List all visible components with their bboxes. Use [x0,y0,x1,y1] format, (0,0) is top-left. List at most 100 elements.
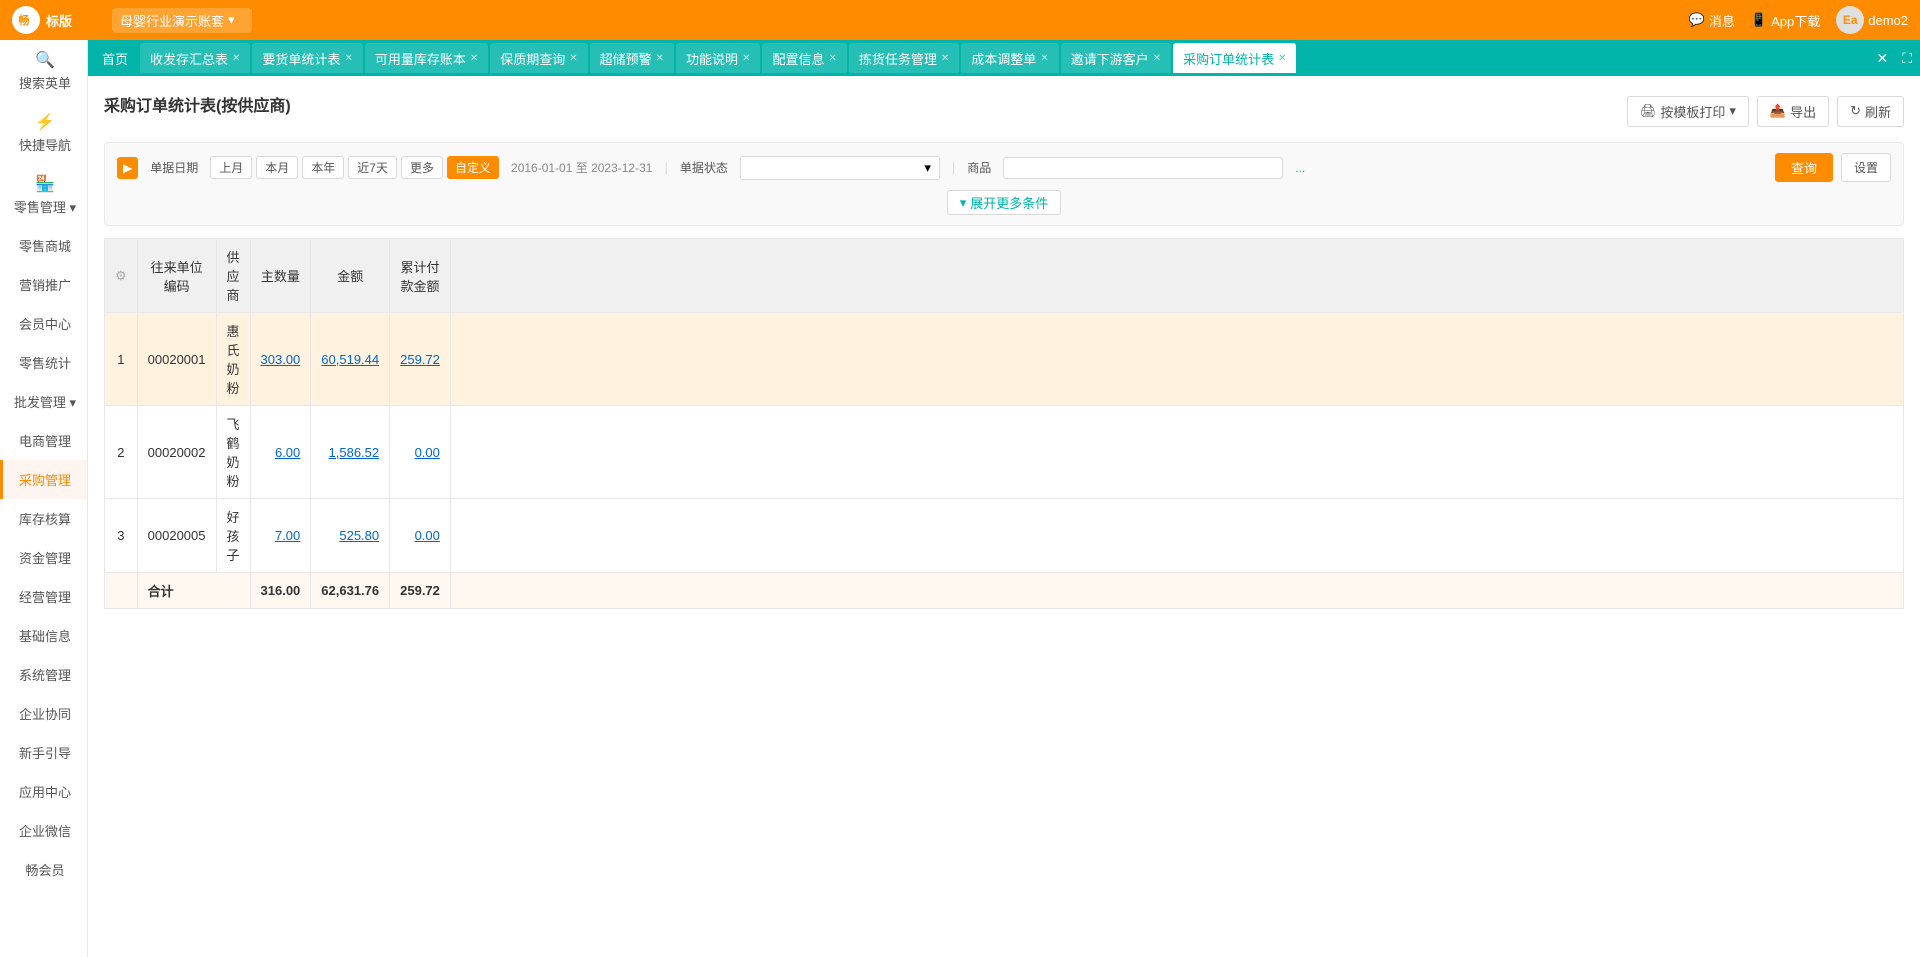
sidebar-item-retail-stat[interactable]: 零售统计 [0,343,87,382]
tab-demand-stat-close[interactable]: ✕ [344,53,352,64]
print-label: 按模板打印 [1660,102,1725,121]
tab-avail-stock-close[interactable]: ✕ [470,53,478,64]
tab-invite-down-close[interactable]: ✕ [1153,53,1161,64]
user-area[interactable]: Ea demo2 [1836,6,1908,34]
expand-icon: ▾ [960,195,967,211]
sidebar-item-shortcut[interactable]: ⚡ 快捷导航 [0,102,87,164]
tab-overstock-close[interactable]: ✕ [656,53,664,64]
tab-pick-task-close[interactable]: ✕ [941,53,949,64]
filter-toggle-btn[interactable]: ▶ [117,157,138,179]
refresh-btn[interactable]: ↻ 刷新 [1837,96,1904,127]
filter-row-1: ▶ 单据日期 上月 本月 本年 近7天 更多 自定义 2016-01-01 至 … [117,153,1891,182]
settings-btn[interactable]: 设置 [1841,153,1891,182]
tab-bar-end: ✕ ⛶ [1872,48,1916,69]
row-no: 1 [105,313,138,406]
date-btn-custom[interactable]: 自定义 [447,156,499,179]
row-paid[interactable]: 0.00 [390,406,451,499]
app-download-btn[interactable]: 📱 App下载 [1751,11,1820,30]
tab-demand-stat[interactable]: 要货单统计表 ✕ [252,43,362,73]
sidebar-item-purchase[interactable]: 采购管理 [0,460,87,499]
more-filter-btn[interactable]: ... [1295,161,1305,175]
sidebar-item-vip[interactable]: 畅会员 [0,850,87,889]
tab-recv-send[interactable]: 收发存汇总表 ✕ [140,43,250,73]
sidebar-item-ecommerce[interactable]: 电商管理 [0,421,87,460]
goods-filter-input[interactable] [1003,157,1283,179]
tab-avail-stock[interactable]: 可用量库存账本 ✕ [365,43,488,73]
tab-overstock[interactable]: 超储预警 ✕ [590,43,674,73]
sidebar-item-retail-mall[interactable]: 零售商城 [0,226,87,265]
sidebar-item-app-center[interactable]: 应用中心 [0,772,87,811]
sidebar-item-capital[interactable]: 资金管理 [0,538,87,577]
tab-config[interactable]: 配置信息 ✕ [762,43,846,73]
sidebar-item-basic[interactable]: 基础信息 [0,616,87,655]
sidebar-item-guide[interactable]: 新手引导 [0,733,87,772]
col-code: 往来单位编码 [137,239,216,313]
sidebar-item-search[interactable]: 🔍 搜索英单 [0,40,87,102]
tab-cost-adj[interactable]: 成本调整单 ✕ [961,43,1058,73]
print-btn[interactable]: 🖨 按模板打印 ▾ [1627,96,1749,127]
tab-home[interactable]: 首页 [92,43,138,73]
tab-bar: 首页 收发存汇总表 ✕ 要货单统计表 ✕ 可用量库存账本 ✕ 保质期查询 ✕ 超… [88,40,1920,76]
sidebar-item-inventory[interactable]: 库存核算 [0,499,87,538]
message-btn[interactable]: 💬 消息 [1689,11,1735,30]
sidebar-item-member[interactable]: 会员中心 [0,304,87,343]
footer-amount: 62,631.76 [311,573,390,609]
sidebar-item-wholesale[interactable]: 批发管理 ▾ [0,382,87,421]
sidebar-item-operation[interactable]: 经营管理 [0,577,87,616]
col-amount: 金额 [311,239,390,313]
logo-text: 标版 [46,11,72,30]
tab-func-desc[interactable]: 功能说明 ✕ [676,43,760,73]
date-btn-more[interactable]: 更多 [401,156,443,179]
col-qty: 主数量 [250,239,311,313]
row-paid[interactable]: 259.72 [390,313,451,406]
tab-demand-stat-label: 要货单统计表 [262,49,340,68]
status-filter-select[interactable]: ▾ [740,156,940,180]
date-btn-this-month[interactable]: 本月 [256,156,298,179]
export-btn[interactable]: 📤 导出 [1757,96,1829,127]
tab-close-all-btn[interactable]: ✕ [1872,48,1892,69]
col-settings[interactable]: ⚙ [105,239,138,313]
expand-btn[interactable]: ▾ 展开更多条件 [947,190,1062,215]
sidebar-label-retail-mall: 零售商城 [19,236,71,255]
row-amount[interactable]: 525.80 [311,499,390,573]
sidebar-item-wechat[interactable]: 企业微信 [0,811,87,850]
sidebar-item-system[interactable]: 系统管理 [0,655,87,694]
date-btn-last-month[interactable]: 上月 [210,156,252,179]
date-btn-this-year[interactable]: 本年 [302,156,344,179]
tab-fullscreen-btn[interactable]: ⛶ [1898,48,1916,69]
export-label: 导出 [1790,102,1816,121]
row-qty[interactable]: 6.00 [250,406,311,499]
row-qty[interactable]: 7.00 [250,499,311,573]
date-btn-7days[interactable]: 近7天 [348,156,397,179]
tab-cost-adj-close[interactable]: ✕ [1040,53,1048,64]
tab-pick-task[interactable]: 拣货任务管理 ✕ [849,43,959,73]
row-qty[interactable]: 303.00 [250,313,311,406]
query-btn[interactable]: 查询 [1775,153,1833,182]
goods-filter-label: 商品 [967,159,991,176]
row-extra [450,499,1903,573]
message-label: 消息 [1709,11,1735,30]
page-content: 采购订单统计表(按供应商) 🖨 按模板打印 ▾ 📤 导出 ↻ 刷新 [88,76,1920,957]
tab-validity-close[interactable]: ✕ [569,53,577,64]
logo-area: 畅 标版 [12,6,100,34]
main-layout: 🔍 搜索英单 ⚡ 快捷导航 🏪 零售管理 ▾ 零售商城 营销推广 会员中心 零售… [0,40,1920,957]
tab-purchase-stat[interactable]: 采购订单统计表 ✕ [1173,43,1296,73]
tab-config-close[interactable]: ✕ [828,53,836,64]
row-amount[interactable]: 1,586.52 [311,406,390,499]
sidebar-item-retail[interactable]: 🏪 零售管理 ▾ [0,164,87,226]
tab-invite-down[interactable]: 邀请下游客户 ✕ [1061,43,1171,73]
workspace-selector[interactable]: 母婴行业演示账套 ▾ [112,8,252,33]
tab-purchase-stat-close[interactable]: ✕ [1278,53,1286,64]
column-settings-icon[interactable]: ⚙ [115,268,127,283]
tab-func-desc-label: 功能说明 [686,49,738,68]
row-paid[interactable]: 0.00 [390,499,451,573]
sidebar-item-corp[interactable]: 企业协同 [0,694,87,733]
tab-func-desc-close[interactable]: ✕ [742,53,750,64]
tab-recv-send-close[interactable]: ✕ [232,53,240,64]
tab-validity[interactable]: 保质期查询 ✕ [490,43,587,73]
top-bar: 畅 标版 母婴行业演示账套 ▾ 💬 消息 📱 App下载 Ea demo2 [0,0,1920,40]
filter-separator: | [664,160,667,175]
data-table: ⚙ 往来单位编码 供应商 主数量 金额 累计付款金额 1 00020001 惠氏… [104,238,1904,609]
sidebar-item-marketing[interactable]: 营销推广 [0,265,87,304]
row-amount[interactable]: 60,519.44 [311,313,390,406]
